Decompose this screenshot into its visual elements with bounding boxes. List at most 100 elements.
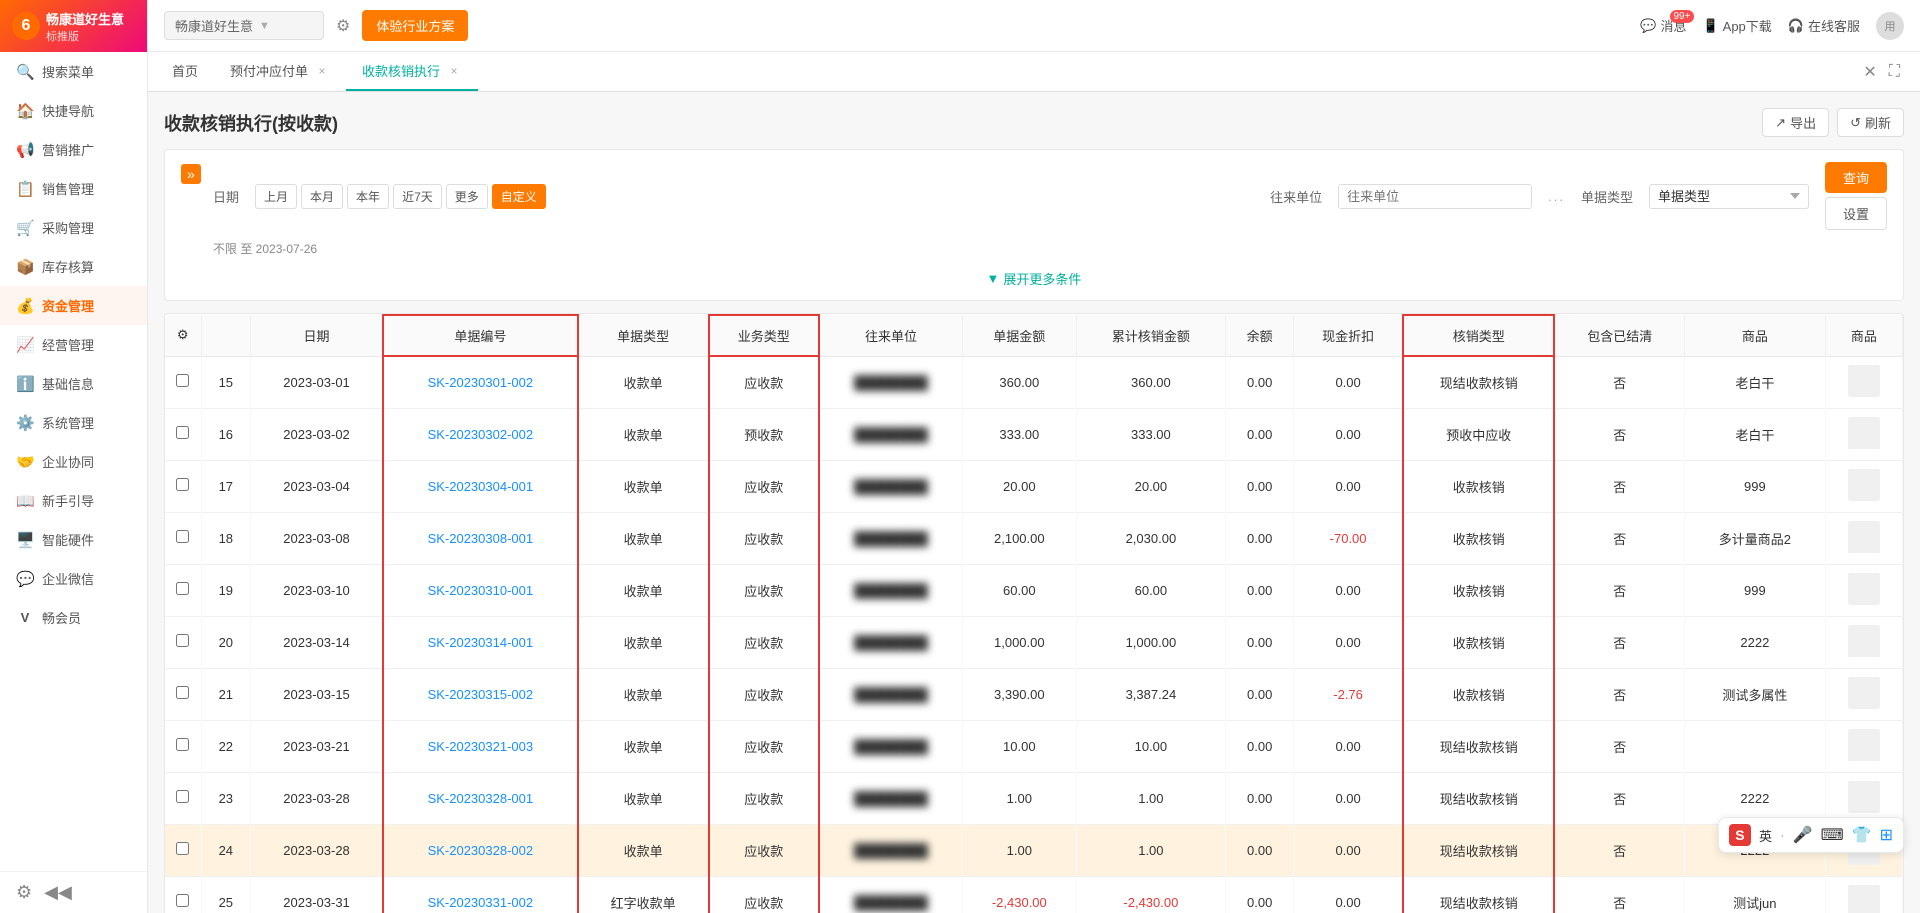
widget-grid-icon[interactable]: ⊞	[1880, 825, 1893, 845]
td-balance: 0.00	[1226, 460, 1294, 512]
sidebar-item-finance[interactable]: 💰 资金管理	[0, 286, 147, 325]
gear-icon[interactable]: ⚙	[336, 16, 350, 36]
date-btn-7days[interactable]: 近7天	[393, 184, 442, 209]
export-btn[interactable]: ↗ 导出	[1762, 108, 1829, 137]
td-checkbox[interactable]	[165, 668, 201, 720]
industry-btn[interactable]: 体验行业方案	[362, 10, 468, 41]
bill-no-link[interactable]: SK-20230331-002	[428, 895, 534, 910]
sidebar-item-inventory[interactable]: 📦 库存核算	[0, 247, 147, 286]
sidebar-item-sales[interactable]: 📋 销售管理	[0, 169, 147, 208]
row-checkbox[interactable]	[176, 686, 189, 699]
settings-bottom-icon[interactable]: ⚙	[16, 882, 32, 903]
td-include-settled: 否	[1554, 356, 1684, 408]
row-checkbox[interactable]	[176, 478, 189, 491]
sidebar-item-purchase[interactable]: 🛒 采购管理	[0, 208, 147, 247]
row-checkbox[interactable]	[176, 738, 189, 751]
td-checkbox[interactable]	[165, 876, 201, 913]
date-btn-custom[interactable]: 自定义	[492, 184, 546, 209]
bill-no-link[interactable]: SK-20230304-001	[428, 479, 534, 494]
td-bill-no[interactable]: SK-20230315-002	[383, 668, 578, 720]
td-bill-no[interactable]: SK-20230314-001	[383, 616, 578, 668]
bill-no-link[interactable]: SK-20230328-001	[428, 791, 534, 806]
date-btn-prev-month[interactable]: 上月	[255, 184, 297, 209]
td-checkbox[interactable]	[165, 824, 201, 876]
td-checkbox[interactable]	[165, 408, 201, 460]
td-bill-no[interactable]: SK-20230321-003	[383, 720, 578, 772]
bill-no-link[interactable]: SK-20230310-001	[428, 583, 534, 598]
bill-no-link[interactable]: SK-20230328-002	[428, 843, 534, 858]
row-checkbox[interactable]	[176, 582, 189, 595]
tab-prepay-close-icon[interactable]: ×	[314, 63, 330, 79]
tab-prepay-label: 预付冲应付单	[230, 61, 308, 80]
row-checkbox[interactable]	[176, 790, 189, 803]
bill-no-link[interactable]: SK-20230308-001	[428, 531, 534, 546]
app-download-btn[interactable]: 📱 App下载	[1702, 16, 1771, 35]
partner-input[interactable]	[1338, 184, 1532, 209]
receipt-type-select[interactable]: 单据类型	[1649, 184, 1809, 209]
system-icon: ⚙️	[16, 414, 34, 432]
td-bill-no[interactable]: SK-20230328-002	[383, 824, 578, 876]
td-checkbox[interactable]	[165, 616, 201, 668]
online-service-btn[interactable]: 🎧 在线客服	[1788, 16, 1860, 35]
td-bill-no[interactable]: SK-20230310-001	[383, 564, 578, 616]
row-checkbox[interactable]	[176, 426, 189, 439]
sidebar-item-member[interactable]: V 畅会员	[0, 598, 147, 637]
td-bill-no[interactable]: SK-20230308-001	[383, 512, 578, 564]
widget-mic-icon[interactable]: 🎤	[1793, 825, 1813, 845]
td-bill-no[interactable]: SK-20230328-001	[383, 772, 578, 824]
td-checkbox[interactable]	[165, 512, 201, 564]
th-gear[interactable]: ⚙	[165, 315, 201, 356]
sidebar-item-marketing[interactable]: 📢 营销推广	[0, 130, 147, 169]
date-btn-this-year[interactable]: 本年	[347, 184, 389, 209]
sidebar-item-hardware[interactable]: 🖥️ 智能硬件	[0, 520, 147, 559]
refresh-btn[interactable]: ↺ 刷新	[1837, 108, 1904, 137]
widget-keyboard-icon[interactable]: ⌨	[1821, 825, 1844, 845]
bill-no-link[interactable]: SK-20230321-003	[428, 739, 534, 754]
td-checkbox[interactable]	[165, 564, 201, 616]
td-bill-no[interactable]: SK-20230301-002	[383, 356, 578, 408]
sidebar-item-quick-nav[interactable]: 🏠 快捷导航	[0, 91, 147, 130]
tab-collection-close-icon[interactable]: ×	[446, 63, 462, 79]
sidebar-item-search[interactable]: 🔍 搜索菜单	[0, 52, 147, 91]
workspace-selector[interactable]: 畅康道好生意 ▼	[164, 11, 324, 40]
avatar[interactable]: 用	[1876, 12, 1904, 40]
row-checkbox[interactable]	[176, 374, 189, 387]
tab-prepay[interactable]: 预付冲应付单 ×	[214, 52, 346, 91]
td-bill-no[interactable]: SK-20230302-002	[383, 408, 578, 460]
sidebar-item-ops[interactable]: 📈 经营管理	[0, 325, 147, 364]
sidebar-item-system[interactable]: ⚙️ 系统管理	[0, 403, 147, 442]
filter-settings-btn[interactable]: 设置	[1825, 197, 1887, 230]
date-btn-this-month[interactable]: 本月	[301, 184, 343, 209]
row-checkbox[interactable]	[176, 894, 189, 907]
td-checkbox[interactable]	[165, 356, 201, 408]
query-btn[interactable]: 查询	[1825, 162, 1887, 193]
tab-expand-icon[interactable]: ⛶	[1885, 61, 1904, 83]
filter-toggle-btn[interactable]: »	[181, 164, 201, 184]
tab-close-window-icon[interactable]: ✕	[1859, 60, 1880, 84]
sidebar-item-guide[interactable]: 📖 新手引导	[0, 481, 147, 520]
expand-more-btn[interactable]: ▼ 展开更多条件	[987, 269, 1082, 288]
notification-btn[interactable]: 💬 消息 99+	[1640, 16, 1686, 35]
sidebar-item-wechat[interactable]: 💬 企业微信	[0, 559, 147, 598]
bill-no-link[interactable]: SK-20230315-002	[428, 687, 534, 702]
sidebar-item-enterprise[interactable]: 🤝 企业协同	[0, 442, 147, 481]
bill-no-link[interactable]: SK-20230302-002	[428, 427, 534, 442]
widget-shirt-icon[interactable]: 👕	[1852, 825, 1872, 845]
td-checkbox[interactable]	[165, 720, 201, 772]
td-checkbox[interactable]	[165, 460, 201, 512]
row-checkbox[interactable]	[176, 530, 189, 543]
row-checkbox[interactable]	[176, 842, 189, 855]
td-checkbox[interactable]	[165, 772, 201, 824]
content-area: 收款核销执行(按收款) ↗ 导出 ↺ 刷新 »	[148, 92, 1920, 913]
collapse-icon[interactable]: ◀◀	[44, 882, 72, 903]
widget-text-icon[interactable]: 英	[1759, 826, 1772, 845]
tab-collection[interactable]: 收款核销执行 ×	[346, 52, 478, 91]
sidebar-item-basic[interactable]: ℹ️ 基础信息	[0, 364, 147, 403]
bill-no-link[interactable]: SK-20230301-002	[428, 375, 534, 390]
tab-home[interactable]: 首页	[156, 52, 214, 91]
date-btn-more[interactable]: 更多	[446, 184, 488, 209]
td-bill-no[interactable]: SK-20230304-001	[383, 460, 578, 512]
bill-no-link[interactable]: SK-20230314-001	[428, 635, 534, 650]
td-bill-no[interactable]: SK-20230331-002	[383, 876, 578, 913]
row-checkbox[interactable]	[176, 634, 189, 647]
